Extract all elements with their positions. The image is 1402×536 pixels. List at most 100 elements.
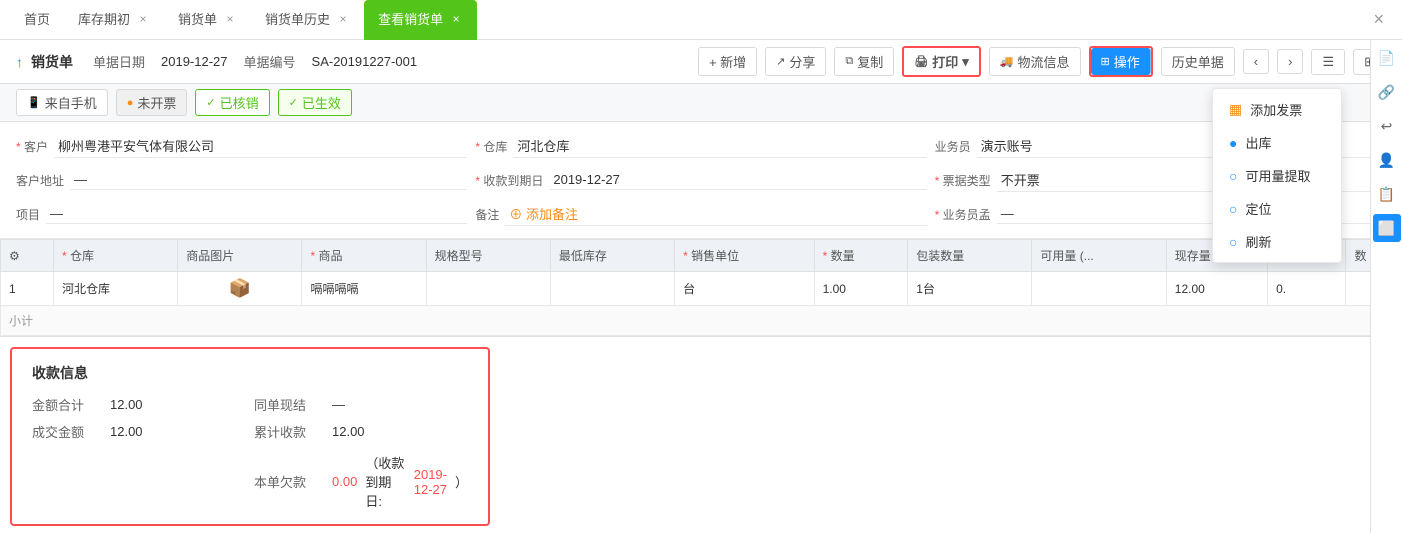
sidebar-icon-4[interactable]: 👤 bbox=[1373, 146, 1401, 174]
tab-view-sales-order[interactable]: 查看销货单 × bbox=[364, 0, 477, 40]
table-row: 1 河北仓库 📦 嗝嗝嗝嗝 台 1.00 1台 12.00 0. bbox=[1, 272, 1402, 306]
total-label: 金额合计 bbox=[32, 395, 102, 414]
action-bar: 📱 来自手机 ● 未开票 ✓ 已核销 ✓ 已生效 bbox=[0, 84, 1402, 122]
product-table: ⚙ * 仓库 商品图片 * 商品 规格型号 最低库存 * 销售单位 * 数量 包… bbox=[0, 239, 1402, 336]
operation-button[interactable]: ⊞ 操作 bbox=[1091, 48, 1151, 75]
position-icon: ○ bbox=[1229, 201, 1237, 217]
dropdown-position[interactable]: ○ 定位 bbox=[1213, 192, 1341, 225]
tab-close-sales-order[interactable]: × bbox=[223, 12, 237, 26]
note-field: 备注 ⊕ 添加备注 bbox=[475, 202, 926, 226]
address-value[interactable]: — bbox=[70, 170, 467, 190]
list-view-button[interactable]: ☰ bbox=[1311, 49, 1345, 75]
due-date-value[interactable]: 2019-12-27 bbox=[549, 170, 926, 190]
payment-title: 收款信息 bbox=[32, 363, 468, 383]
share-button[interactable]: ↗ 分享 bbox=[765, 47, 826, 76]
outbound-icon: ● bbox=[1229, 135, 1237, 151]
project-value[interactable]: — bbox=[46, 204, 467, 224]
same-order-item: 同单现结 — bbox=[254, 395, 468, 414]
due-note: （收款到期日: bbox=[365, 453, 405, 510]
available-extract-icon: ○ bbox=[1229, 168, 1237, 184]
operation-dropdown: ▦ 添加发票 ● 出库 ○ 可用量提取 ○ 定位 ○ 刷新 bbox=[1212, 88, 1342, 263]
tab-close-sales-history[interactable]: × bbox=[336, 12, 350, 26]
same-order-label: 同单现结 bbox=[254, 395, 324, 414]
prev-button[interactable]: ‹ bbox=[1243, 49, 1269, 74]
tab-close-view-sales-order[interactable]: × bbox=[449, 12, 463, 26]
sidebar-icon-5[interactable]: 📋 bbox=[1373, 180, 1401, 208]
row-price: 0. bbox=[1268, 272, 1346, 306]
number-label: 单据编号 bbox=[244, 52, 296, 71]
col-qty: * 数量 bbox=[814, 240, 908, 272]
tab-bar: 首页 库存期初 × 销货单 × 销货单历史 × 查看销货单 × × bbox=[0, 0, 1402, 40]
cumulative-label: 累计收款 bbox=[254, 422, 324, 441]
warehouse-label: 仓库 bbox=[475, 138, 507, 155]
same-order-value: — bbox=[332, 397, 345, 412]
dropdown-add-invoice[interactable]: ▦ 添加发票 bbox=[1213, 93, 1341, 126]
col-pack-qty: 包装数量 bbox=[908, 240, 1032, 272]
dropdown-outbound[interactable]: ● 出库 bbox=[1213, 126, 1341, 159]
form-row-3: 项目 — 备注 ⊕ 添加备注 业务员孟 — bbox=[16, 202, 1386, 226]
due-date-field: 收款到期日 2019-12-27 bbox=[475, 170, 926, 190]
logistics-button[interactable]: 🚚 物流信息 bbox=[989, 47, 1081, 76]
customer-value[interactable]: 柳州粤港平安气体有限公司 bbox=[54, 134, 467, 158]
right-sidebar: 📄 🔗 ↩ 👤 📋 ⬜ bbox=[1370, 40, 1402, 533]
tab-sales-order[interactable]: 销货单 × bbox=[164, 0, 251, 40]
customer-label: 客户 bbox=[16, 138, 48, 155]
tab-sales-history[interactable]: 销货单历史 × bbox=[251, 0, 364, 40]
deal-value: 12.00 bbox=[110, 424, 143, 439]
form-area: 客户 柳州粤港平安气体有限公司 仓库 河北仓库 业务员 演示账号 客户地址 — … bbox=[0, 122, 1402, 239]
from-phone-button[interactable]: 📱 来自手机 bbox=[16, 89, 108, 116]
form-row-2: 客户地址 — 收款到期日 2019-12-27 票据类型 不开票 bbox=[16, 168, 1386, 192]
row-min-stock bbox=[550, 272, 674, 306]
not-open-button[interactable]: ● 未开票 bbox=[116, 89, 188, 116]
row-current-stock: 12.00 bbox=[1166, 272, 1267, 306]
sidebar-icon-1[interactable]: 📄 bbox=[1373, 44, 1401, 72]
total-item: 金额合计 12.00 bbox=[32, 395, 246, 414]
row-unit: 台 bbox=[675, 272, 815, 306]
col-product: * 商品 bbox=[302, 240, 426, 272]
staff-label: 业务员 bbox=[935, 138, 971, 155]
dropdown-refresh[interactable]: ○ 刷新 bbox=[1213, 225, 1341, 258]
form-row-1: 客户 柳州粤港平安气体有限公司 仓库 河北仓库 业务员 演示账号 bbox=[16, 134, 1386, 158]
row-warehouse: 河北仓库 bbox=[54, 272, 178, 306]
tab-inventory-init[interactable]: 库存期初 × bbox=[64, 0, 164, 40]
cumulative-item: 累计收款 12.00 bbox=[254, 422, 468, 441]
confirm-button[interactable]: ✓ 已核销 bbox=[195, 89, 269, 116]
col-available: 可用量 (... bbox=[1032, 240, 1166, 272]
new-button[interactable]: + 新增 bbox=[698, 47, 757, 76]
row-image: 📦 bbox=[178, 272, 302, 306]
deal-item: 成交金额 12.00 bbox=[32, 422, 246, 441]
subtotal-label: 小计 bbox=[1, 306, 1402, 336]
tab-close-inventory-init[interactable]: × bbox=[136, 12, 150, 26]
add-invoice-icon: ▦ bbox=[1229, 101, 1242, 118]
refresh-icon: ○ bbox=[1229, 234, 1237, 250]
doc-icon: ↑ bbox=[16, 54, 23, 70]
note-value[interactable]: ⊕ 添加备注 bbox=[505, 202, 926, 226]
history-button[interactable]: 历史单据 bbox=[1161, 47, 1235, 76]
address-field: 客户地址 — bbox=[16, 170, 467, 190]
operation-button-group: ⊞ 操作 bbox=[1089, 46, 1153, 77]
warehouse-value[interactable]: 河北仓库 bbox=[513, 134, 926, 158]
deal-label: 成交金额 bbox=[32, 422, 102, 441]
tab-home[interactable]: 首页 bbox=[10, 0, 64, 40]
print-dropdown-icon: ▾ bbox=[962, 54, 969, 70]
effective-button[interactable]: ✓ 已生效 bbox=[278, 89, 352, 116]
sidebar-icon-6[interactable]: ⬜ bbox=[1373, 214, 1401, 242]
copy-button[interactable]: ⧉ 复制 bbox=[834, 47, 894, 76]
total-value: 12.00 bbox=[110, 397, 143, 412]
dropdown-available-extract[interactable]: ○ 可用量提取 bbox=[1213, 159, 1341, 192]
sidebar-icon-2[interactable]: 🔗 bbox=[1373, 78, 1401, 106]
due-item: 本单欠款 0.00 （收款到期日: 2019-12-27 ） bbox=[254, 449, 468, 510]
due-end: ） bbox=[455, 472, 468, 491]
next-button[interactable]: › bbox=[1277, 49, 1303, 74]
doc-name: 销货单 bbox=[31, 52, 73, 72]
sidebar-icon-3[interactable]: ↩ bbox=[1373, 112, 1401, 140]
product-table-container: ⚙ * 仓库 商品图片 * 商品 规格型号 最低库存 * 销售单位 * 数量 包… bbox=[0, 239, 1402, 336]
print-button[interactable]: 🖨 打印 ▾ bbox=[902, 46, 981, 77]
due-label: 本单欠款 bbox=[254, 472, 324, 491]
col-gear[interactable]: ⚙ bbox=[1, 240, 54, 272]
header-actions: + 新增 ↗ 分享 ⧉ 复制 🖨 打印 ▾ 🚚 物流信息 ⊞ 操作 历史单据 bbox=[698, 46, 1386, 77]
col-spec: 规格型号 bbox=[426, 240, 550, 272]
row-index: 1 bbox=[1, 272, 54, 306]
row-pack-qty: 1台 bbox=[908, 272, 1032, 306]
window-close-button[interactable]: × bbox=[1365, 9, 1392, 30]
